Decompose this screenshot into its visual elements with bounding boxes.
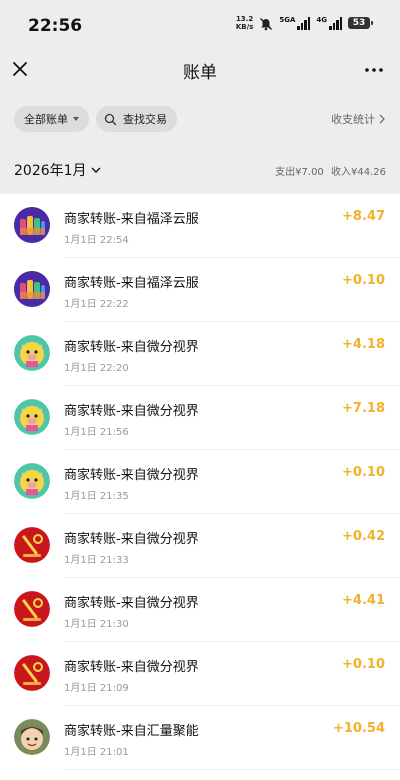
month-income: 收入¥44.26 [331,167,386,178]
network-speed: 13.2 KB/s [236,15,253,31]
filter-bar: 全部账单 查找交易 收支统计 [0,106,400,132]
transaction-row[interactable]: 商家转账-来自微分视界 1月1日 21:56 +7.18 [0,386,400,450]
transaction-amount: +0.42 [342,529,385,544]
more-icon[interactable] [362,58,386,82]
transaction-title: 商家转账-来自微分视界 [64,468,199,483]
transaction-row[interactable]: 商家转账-来自微分视界 1月1日 21:30 +4.41 [0,578,400,642]
battery-icon: 53 [348,17,373,29]
transaction-amount: +4.41 [342,593,385,608]
transaction-title: 商家转账-来自福泽云服 [64,212,199,227]
transaction-amount: +8.47 [342,209,385,224]
mute-icon [259,16,273,31]
transaction-time: 1月1日 22:20 [64,363,129,374]
transaction-time: 1月1日 22:54 [64,235,129,246]
month-bar: 2026年1月 支出¥7.00 收入¥44.26 [0,150,400,190]
status-bar: 22:56 13.2 KB/s 5GA 4G 53 [0,0,400,50]
cartoon-face-avatar [14,719,50,755]
pig-avatar [14,463,50,499]
transaction-time: 1月1日 21:35 [64,491,129,502]
chevron-right-icon [379,114,385,124]
search-icon [104,113,117,125]
month-expense: 支出¥7.00 [275,167,324,178]
red-logo-avatar [14,527,50,563]
transaction-time: 1月1日 21:33 [64,555,129,566]
transaction-time: 1月1日 21:01 [64,747,129,758]
pig-avatar [14,399,50,435]
search-label: 查找交易 [123,113,167,126]
chevron-down-icon [91,167,101,173]
transaction-title: 商家转账-来自微分视界 [64,404,199,419]
network-type-label: 5GA [279,16,296,24]
transaction-row[interactable]: 商家转账-来自微分视界 1月1日 22:20 +4.18 [0,322,400,386]
transaction-row[interactable]: 商家转账-来自微分视界 1月1日 21:35 +0.10 [0,450,400,514]
transaction-amount: +0.10 [342,657,385,672]
status-time: 22:56 [28,16,83,36]
transaction-row[interactable]: 商家转账-来自汇量聚能 1月1日 21:01 +10.54 [0,706,400,770]
network-type-label-2: 4G [316,16,327,24]
transaction-time: 1月1日 22:22 [64,299,129,310]
transaction-time: 1月1日 21:30 [64,619,129,630]
transaction-amount: +4.18 [342,337,385,352]
stats-label: 收支统计 [331,113,375,126]
transaction-title: 商家转账-来自微分视界 [64,596,199,611]
transaction-title: 商家转账-来自福泽云服 [64,276,199,291]
network-speed-unit: KB/s [235,23,254,31]
transaction-title: 商家转账-来自微分视界 [64,532,199,547]
transaction-amount: +0.10 [342,273,385,288]
search-transactions-button[interactable]: 查找交易 [96,106,177,132]
red-logo-avatar [14,591,50,627]
month-label: 2026年1月 [14,163,87,179]
transaction-time: 1月1日 21:56 [64,427,129,438]
transaction-amount: +10.54 [332,721,385,736]
month-selector[interactable]: 2026年1月 [14,160,101,180]
transaction-row[interactable]: 商家转账-来自微分视界 1月1日 21:33 +0.42 [0,514,400,578]
nav-bar: 账单 [0,50,400,90]
transaction-list: 商家转账-来自福泽云服 1月1日 22:54 +8.47 商家转账-来自福泽云服 1月1… [0,194,400,780]
transaction-row[interactable]: 商家转账-来自微分视界 1月1日 21:09 +0.10 [0,642,400,706]
transaction-row[interactable]: 商家转账-来自福泽云服 1月1日 22:22 +0.10 [0,258,400,322]
signal-5g-icon: 5GA [279,16,311,30]
status-icons: 13.2 KB/s 5GA 4G 53 [236,15,373,31]
signal-4g-icon: 4G [316,16,342,30]
stats-link[interactable]: 收支统计 [331,111,386,127]
transaction-title: 商家转账-来自微分视界 [64,660,199,675]
transaction-amount: +7.18 [342,401,385,416]
transaction-amount: +0.10 [342,465,385,480]
transaction-title: 商家转账-来自微分视界 [64,340,199,355]
caret-down-icon [73,117,79,121]
pig-avatar [14,335,50,371]
transaction-time: 1月1日 21:09 [64,683,129,694]
row-divider [64,769,400,770]
all-bills-dropdown[interactable]: 全部账单 [14,106,89,132]
page-title: 账单 [183,63,217,83]
transaction-row[interactable]: 商家转账-来自福泽云服 1月1日 22:54 +8.47 [0,194,400,258]
transaction-title: 商家转账-来自汇量聚能 [64,724,199,739]
red-logo-avatar [14,655,50,691]
network-speed-value: 13.2 [235,15,254,23]
month-totals: 支出¥7.00 收入¥44.26 [275,163,386,178]
all-bills-label: 全部账单 [24,113,68,126]
bottles-avatar [14,207,50,243]
bottles-avatar [14,271,50,307]
